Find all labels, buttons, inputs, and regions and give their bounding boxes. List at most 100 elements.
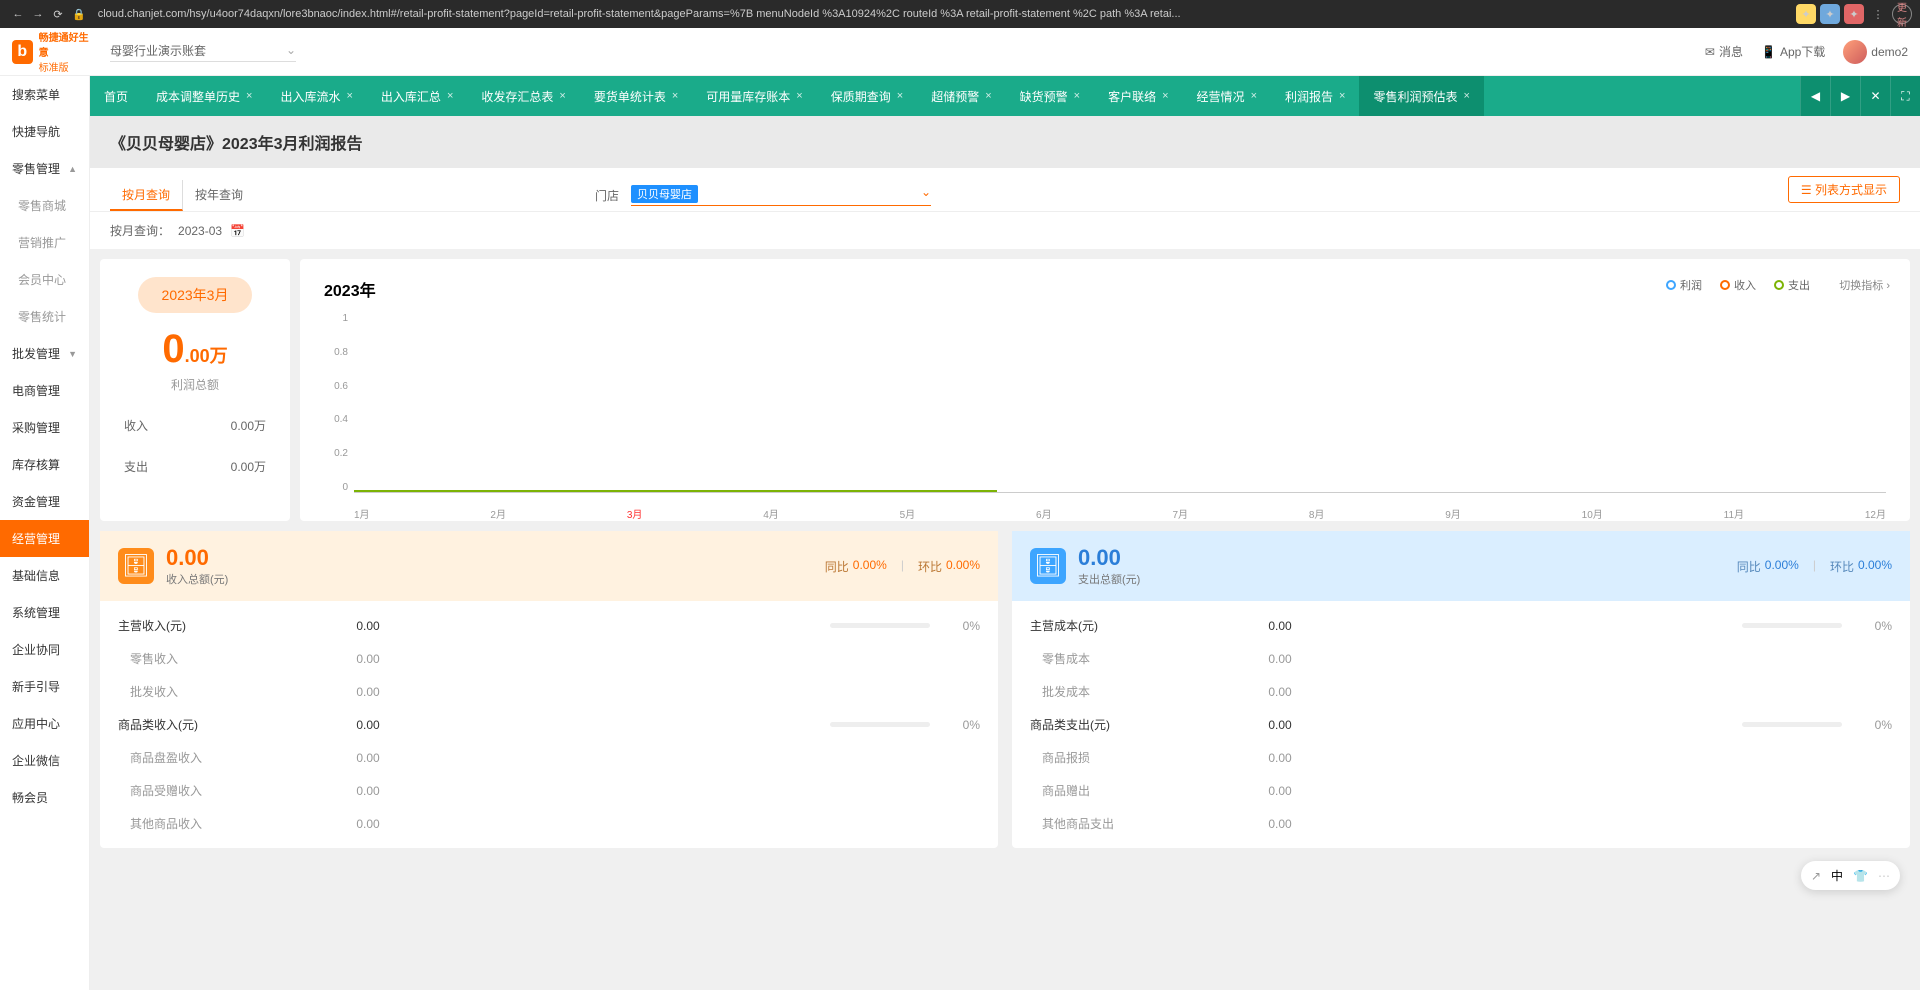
calendar-icon[interactable]: 📅 [230,224,245,238]
float-shirt-icon[interactable]: 👕 [1853,869,1868,883]
close-icon[interactable]: × [1339,90,1345,102]
close-icon[interactable]: × [346,90,352,102]
close-icon[interactable]: × [1162,90,1168,102]
x-month[interactable]: 10月 [1582,506,1603,521]
sidebar-item-12[interactable]: 经营管理 [0,520,89,557]
account-selector[interactable]: 母婴行业演示账套 ⌄ [110,42,296,62]
close-icon[interactable]: × [672,90,678,102]
app-header: b 畅捷通好生意 标准版 母婴行业演示账套 ⌄ ✉消息 📱App下载 demo2 [0,28,1920,76]
sidebar-item-7[interactable]: 批发管理▼ [0,335,89,372]
sidebar-item-16[interactable]: 新手引导 [0,668,89,705]
back-icon[interactable]: ← [8,8,28,20]
tabs-prev-button[interactable]: ◀ [1800,76,1830,116]
tab-13[interactable]: 零售利润预估表× [1359,76,1483,116]
tab-10[interactable]: 客户联络× [1094,76,1182,116]
x-month[interactable]: 7月 [1172,506,1188,521]
x-month[interactable]: 9月 [1445,506,1461,521]
x-month[interactable]: 12月 [1865,506,1886,521]
sidebar-item-4[interactable]: 营销推广 [0,224,89,261]
sidebar-item-0[interactable]: 搜索菜单 [0,76,89,113]
close-icon[interactable]: × [1251,90,1257,102]
close-icon[interactable]: × [985,90,991,102]
sidebar-item-1[interactable]: 快捷导航 [0,113,89,150]
filter-tab-year[interactable]: 按年查询 [183,180,255,211]
caret-icon: ▲ [68,164,77,174]
sidebar-item-19[interactable]: 畅会员 [0,779,89,816]
tab-11[interactable]: 经营情况× [1183,76,1271,116]
legend-profit[interactable]: 利润 [1666,277,1702,293]
download-button[interactable]: 📱App下载 [1761,43,1825,60]
reload-icon[interactable]: ⟳ [48,8,68,21]
tab-0[interactable]: 首页 [90,76,142,116]
browser-chrome: ← → ⟳ 🔒 cloud.chanjet.com/hsy/u4oor74daq… [0,0,1920,28]
sidebar-item-8[interactable]: 电商管理 [0,372,89,409]
close-icon[interactable]: × [246,90,252,102]
tab-5[interactable]: 要货单统计表× [580,76,692,116]
expense-icon: 🗄 [1030,548,1066,584]
tab-4[interactable]: 收发存汇总表× [467,76,579,116]
messages-button[interactable]: ✉消息 [1705,43,1743,60]
tab-8[interactable]: 超储预警× [917,76,1005,116]
refresh-pill[interactable]: 更新 [1892,4,1912,24]
sidebar-item-13[interactable]: 基础信息 [0,557,89,594]
tab-3[interactable]: 出入库汇总× [367,76,467,116]
x-month[interactable]: 3月 [627,506,643,521]
sidebar-item-6[interactable]: 零售统计 [0,298,89,335]
float-toolbar[interactable]: ↗ 中 👕 ⋯ [1801,861,1900,890]
close-icon[interactable]: × [796,90,802,102]
sidebar-item-15[interactable]: 企业协同 [0,631,89,668]
line-row: 主营成本(元)0.000% [1030,609,1892,642]
x-month[interactable]: 5月 [900,506,916,521]
query-value[interactable]: 2023-03 [178,224,222,238]
tabs-expand-button[interactable]: ⛶ [1890,76,1920,116]
filter-tab-month[interactable]: 按月查询 [110,180,183,211]
x-month[interactable]: 4月 [763,506,779,521]
sidebar-item-10[interactable]: 库存核算 [0,446,89,483]
sidebar-item-2[interactable]: 零售管理▲ [0,150,89,187]
ext-icon-4[interactable]: ⋮ [1868,4,1888,24]
user-menu[interactable]: demo2 [1843,40,1908,64]
store-value: 贝贝母婴店 [631,185,698,203]
x-month[interactable]: 1月 [354,506,370,521]
tab-2[interactable]: 出入库流水× [266,76,366,116]
tab-1[interactable]: 成本调整单历史× [142,76,266,116]
sidebar-item-18[interactable]: 企业微信 [0,742,89,779]
close-icon[interactable]: × [1074,90,1080,102]
switch-indicator[interactable]: 切换指标 › [1839,277,1890,293]
x-month[interactable]: 8月 [1309,506,1325,521]
tab-7[interactable]: 保质期查询× [817,76,917,116]
tabs-close-button[interactable]: ✕ [1860,76,1890,116]
ext-icon-2[interactable]: ✦ [1820,4,1840,24]
sidebar-item-5[interactable]: 会员中心 [0,261,89,298]
x-month[interactable]: 6月 [1036,506,1052,521]
float-more-icon[interactable]: ⋯ [1878,869,1890,883]
sidebar-item-3[interactable]: 零售商城 [0,187,89,224]
forward-icon[interactable]: → [28,8,48,20]
close-icon[interactable]: × [897,90,903,102]
sidebar-item-11[interactable]: 资金管理 [0,483,89,520]
list-view-button[interactable]: ☰ 列表方式显示 [1788,176,1900,203]
store-selector[interactable]: 门店 贝贝母婴店 ⌄ [595,185,931,206]
sidebar-item-17[interactable]: 应用中心 [0,705,89,742]
line-row: 商品盘盈收入0.00 [118,741,980,774]
float-arrow-icon[interactable]: ↗ [1811,869,1821,883]
tabs-next-button[interactable]: ▶ [1830,76,1860,116]
url-bar[interactable]: cloud.chanjet.com/hsy/u4oor74daqxn/lore3… [90,8,1792,20]
close-icon[interactable]: × [559,90,565,102]
legend-expense[interactable]: 支出 [1774,277,1810,293]
x-month[interactable]: 11月 [1724,506,1744,521]
x-month[interactable]: 2月 [490,506,506,521]
close-icon[interactable]: × [447,90,453,102]
ext-icon-3[interactable]: ✦ [1844,4,1864,24]
float-lang[interactable]: 中 [1831,867,1843,884]
ext-icon-1[interactable]: ✦ [1796,4,1816,24]
summary-expense: 支出0.00万 [118,458,272,475]
tab-9[interactable]: 缺货预警× [1006,76,1094,116]
logo[interactable]: b 畅捷通好生意 标准版 [12,29,90,74]
sidebar-item-9[interactable]: 采购管理 [0,409,89,446]
legend-income[interactable]: 收入 [1720,277,1756,293]
tab-6[interactable]: 可用量库存账本× [692,76,816,116]
close-icon[interactable]: × [1463,90,1469,102]
sidebar-item-14[interactable]: 系统管理 [0,594,89,631]
tab-12[interactable]: 利润报告× [1271,76,1359,116]
